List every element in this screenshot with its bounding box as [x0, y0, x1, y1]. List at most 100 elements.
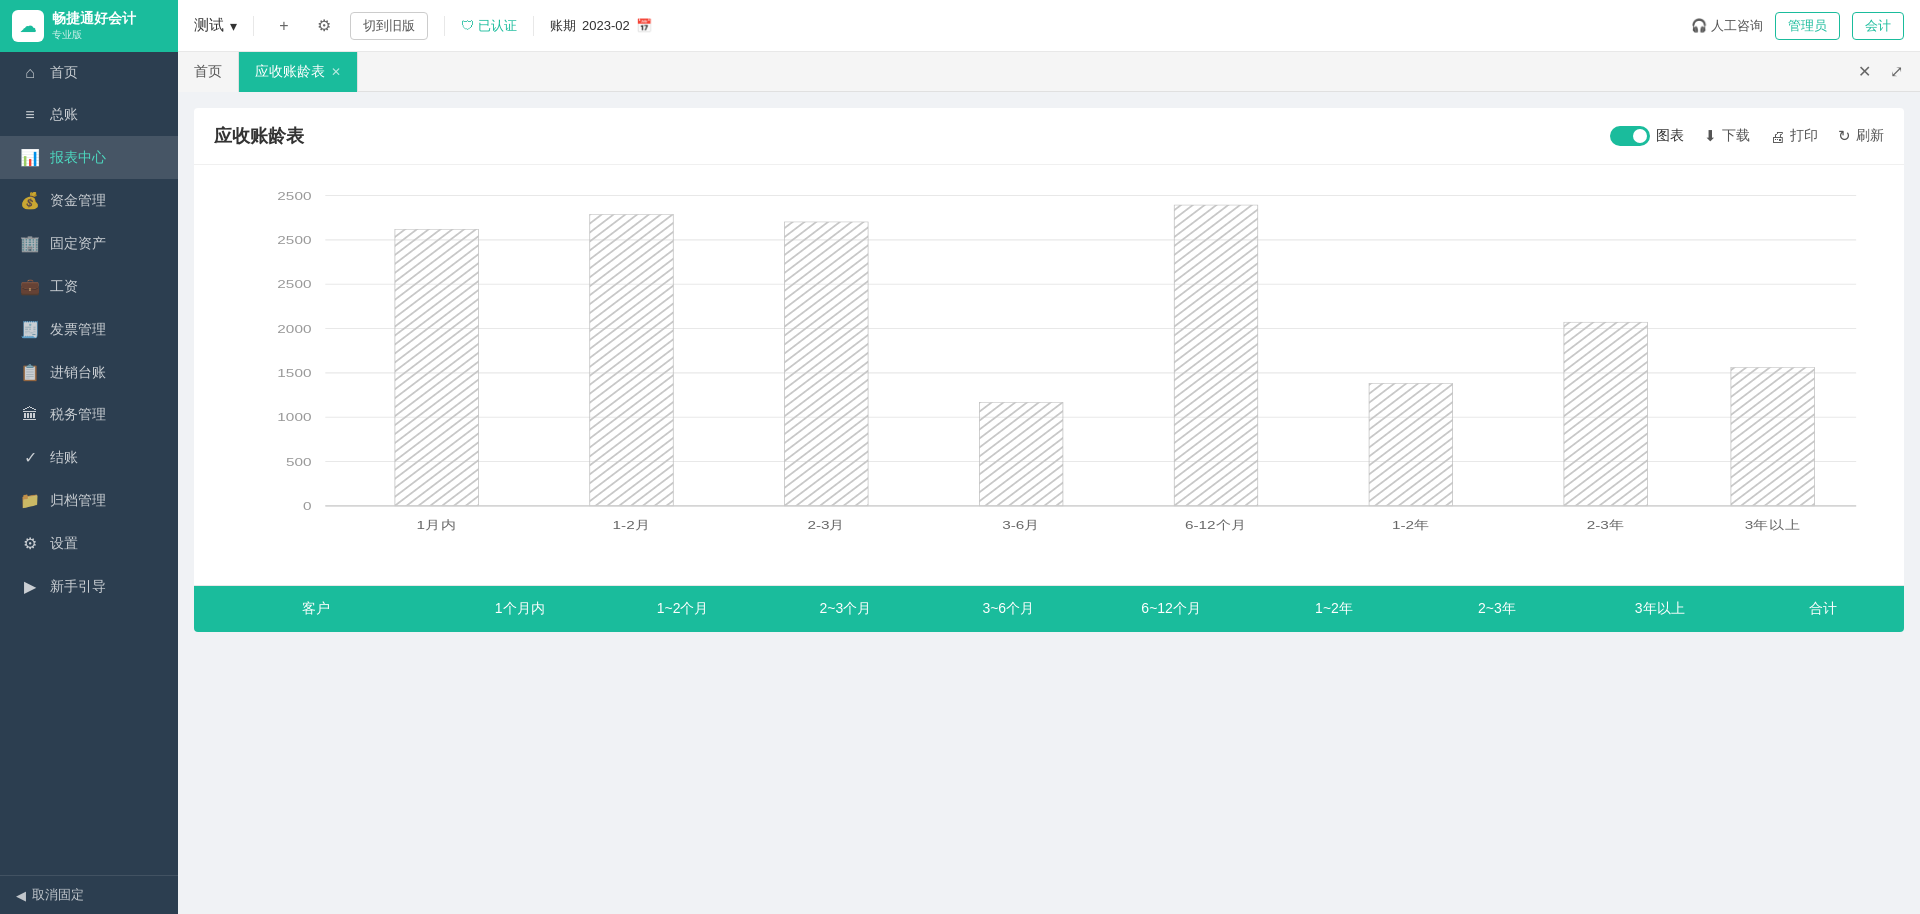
- refresh-button[interactable]: ↻ 刷新: [1838, 127, 1884, 145]
- support-button[interactable]: 🎧 人工咨询: [1691, 17, 1763, 35]
- print-label: 打印: [1790, 127, 1818, 145]
- expand-window-button[interactable]: ⤢: [1884, 60, 1908, 84]
- tabs-container: 首页应收账龄表✕: [178, 52, 1852, 92]
- sidebar-label-reports: 报表中心: [50, 149, 106, 167]
- topbar-right: 🎧 人工咨询 管理员 会计: [1691, 12, 1904, 40]
- sidebar-icon-funds: 💰: [20, 191, 40, 210]
- sidebar-label-home: 首页: [50, 64, 78, 82]
- sidebar-item-reports[interactable]: 📊 报表中心: [0, 136, 178, 179]
- settings-button[interactable]: ⚙: [310, 12, 338, 40]
- pin-label: 取消固定: [32, 886, 84, 904]
- svg-text:0: 0: [303, 500, 312, 513]
- sidebar-item-purchase[interactable]: 📋 进销台账: [0, 351, 178, 394]
- support-label: 人工咨询: [1711, 17, 1763, 35]
- sidebar-item-funds[interactable]: 💰 资金管理: [0, 179, 178, 222]
- tab-home[interactable]: 首页: [178, 52, 239, 92]
- sidebar-label-invoice: 发票管理: [50, 321, 106, 339]
- sidebar-item-closing[interactable]: ✓ 结账: [0, 436, 178, 479]
- shield-icon: 🛡: [461, 18, 474, 33]
- period-label: 账期: [550, 17, 576, 35]
- add-button[interactable]: +: [270, 12, 298, 40]
- switch-version-button[interactable]: 切到旧版: [350, 12, 428, 40]
- sidebar-item-guide[interactable]: ▶ 新手引导: [0, 565, 178, 608]
- role-button[interactable]: 会计: [1852, 12, 1904, 40]
- sidebar-pin-toggle[interactable]: ◀ 取消固定: [0, 875, 178, 914]
- bar-chart: 2500 2500 2500 2000 1500 1000 500 0: [214, 185, 1884, 565]
- svg-rect-23: [979, 402, 1063, 505]
- sidebar-label-ledger: 总账: [50, 106, 78, 124]
- svg-rect-31: [1731, 368, 1815, 506]
- svg-text:6-12个月: 6-12个月: [1185, 519, 1247, 532]
- sidebar-item-home[interactable]: ⌂ 首页: [0, 52, 178, 94]
- table-header-cell: 1~2个月: [601, 586, 764, 632]
- svg-text:1-2年: 1-2年: [1392, 519, 1430, 532]
- report-actions: 图表 ⬇ 下载 🖨 打印 ↻ 刷新: [1610, 126, 1884, 146]
- chart-toggle[interactable]: [1610, 126, 1650, 146]
- sidebar-label-assets: 固定资产: [50, 235, 106, 253]
- certified-badge: 🛡 已认证: [461, 17, 517, 35]
- svg-text:3年以上: 3年以上: [1745, 519, 1801, 532]
- sidebar-nav: ⌂ 首页 ≡ 总账 📊 报表中心 💰 资金管理 🏢 固定资产 💼 工资 🧾 发票…: [0, 52, 178, 875]
- svg-text:1500: 1500: [277, 367, 312, 380]
- calendar-icon[interactable]: 📅: [636, 18, 652, 33]
- table-header-cell: 6~12个月: [1090, 586, 1253, 632]
- table-header-cell: 3~6个月: [927, 586, 1090, 632]
- sidebar-label-closing: 结账: [50, 449, 78, 467]
- report-header: 应收账龄表 图表 ⬇ 下载 🖨 打印 ↻: [194, 108, 1904, 165]
- svg-rect-27: [1369, 383, 1453, 505]
- pin-icon: ◀: [16, 888, 26, 903]
- logo-icon: ☁: [12, 10, 44, 42]
- topbar-divider-1: [253, 16, 254, 36]
- download-button[interactable]: ⬇ 下载: [1704, 127, 1750, 145]
- user-button[interactable]: 管理员: [1775, 12, 1840, 40]
- sidebar-item-settings[interactable]: ⚙ 设置: [0, 522, 178, 565]
- logo-title: 畅捷通好会计: [52, 10, 136, 28]
- report-title: 应收账龄表: [214, 124, 304, 148]
- svg-text:1月内: 1月内: [417, 519, 457, 532]
- table-header-cell: 1个月内: [438, 586, 601, 632]
- print-icon: 🖨: [1770, 128, 1785, 145]
- sidebar-label-settings: 设置: [50, 535, 78, 553]
- sidebar-label-tax: 税务管理: [50, 406, 106, 424]
- table-section: 客户1个月内1~2个月2~3个月3~6个月6~12个月1~2年2~3年3年以上合…: [194, 585, 1904, 632]
- sidebar-item-invoice[interactable]: 🧾 发票管理: [0, 308, 178, 351]
- tab-close-aging[interactable]: ✕: [331, 65, 341, 79]
- project-selector[interactable]: 测试 ▾: [194, 16, 237, 35]
- tabbar: 首页应收账龄表✕ ✕ ⤢: [178, 52, 1920, 92]
- table-header-cell: 2~3个月: [764, 586, 927, 632]
- sidebar-icon-guide: ▶: [20, 577, 40, 596]
- topbar-divider-2: [444, 16, 445, 36]
- sidebar-item-assets[interactable]: 🏢 固定资产: [0, 222, 178, 265]
- project-dropdown-icon: ▾: [230, 18, 237, 34]
- tab-aging[interactable]: 应收账龄表✕: [239, 52, 358, 92]
- table-header-row: 客户1个月内1~2个月2~3个月3~6个月6~12个月1~2年2~3年3年以上合…: [194, 586, 1904, 632]
- sidebar-item-tax[interactable]: 🏛 税务管理: [0, 394, 178, 436]
- sidebar-icon-ledger: ≡: [20, 106, 40, 124]
- report-card: 应收账龄表 图表 ⬇ 下载 🖨 打印 ↻: [194, 108, 1904, 632]
- sidebar-item-archive[interactable]: 📁 归档管理: [0, 479, 178, 522]
- gear-icon: ⚙: [317, 16, 331, 35]
- sidebar-icon-invoice: 🧾: [20, 320, 40, 339]
- sidebar-item-ledger[interactable]: ≡ 总账: [0, 94, 178, 136]
- svg-rect-25: [1174, 205, 1258, 506]
- chart-area: 2500 2500 2500 2000 1500 1000 500 0: [194, 165, 1904, 585]
- svg-text:2000: 2000: [277, 323, 312, 336]
- refresh-icon: ↻: [1838, 127, 1851, 145]
- page-content: 应收账龄表 图表 ⬇ 下载 🖨 打印 ↻: [178, 92, 1920, 914]
- table-header-cell: 2~3年: [1415, 586, 1578, 632]
- table-header-cell: 客户: [194, 586, 438, 632]
- svg-text:2500: 2500: [277, 278, 312, 291]
- chart-container: 2500 2500 2500 2000 1500 1000 500 0: [214, 185, 1884, 565]
- print-button[interactable]: 🖨 打印: [1770, 127, 1818, 145]
- period-value: 2023-02: [582, 18, 630, 33]
- svg-rect-17: [395, 229, 478, 506]
- sidebar-logo: ☁ 畅捷通好会计 专业版: [0, 0, 178, 52]
- table-header-cell: 1~2年: [1253, 586, 1416, 632]
- svg-rect-29: [1564, 322, 1648, 506]
- svg-text:3-6月: 3-6月: [1002, 519, 1040, 532]
- table-header-cell: 合计: [1741, 586, 1904, 632]
- sidebar-icon-closing: ✓: [20, 448, 40, 467]
- close-window-button[interactable]: ✕: [1852, 60, 1876, 84]
- download-icon: ⬇: [1704, 127, 1717, 145]
- sidebar-item-payroll[interactable]: 💼 工资: [0, 265, 178, 308]
